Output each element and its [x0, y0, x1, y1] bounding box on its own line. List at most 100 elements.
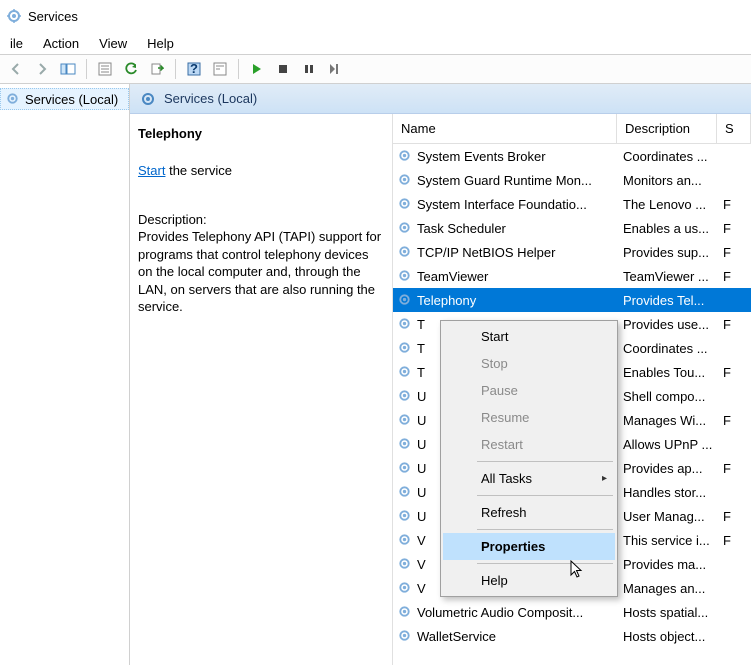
context-menu-properties-label: Properties: [481, 539, 545, 554]
context-menu-restart: Restart: [443, 431, 615, 458]
gear-icon: [397, 556, 413, 572]
gear-icon: [397, 244, 413, 260]
tree-pane: Services (Local): [0, 84, 130, 665]
context-menu-start[interactable]: Start: [443, 323, 615, 350]
service-name-label: TeamViewer: [417, 269, 488, 284]
toolbar-options-button[interactable]: [208, 57, 232, 81]
gear-icon: [397, 436, 413, 452]
service-s-cell: F: [715, 533, 751, 548]
service-name-cell: Volumetric Audio Composit...: [393, 604, 615, 620]
service-desc-cell: User Manag...: [615, 509, 715, 524]
service-desc-cell: Provides sup...: [615, 245, 715, 260]
context-menu-separator: [477, 461, 613, 462]
menu-action[interactable]: Action: [33, 34, 89, 53]
gear-icon: [397, 628, 413, 644]
service-row[interactable]: Task SchedulerEnables a us...F: [393, 216, 751, 240]
service-desc-cell: Provides Tel...: [615, 293, 715, 308]
service-row[interactable]: Volumetric Audio Composit... Hosts spatia…: [393, 600, 751, 624]
service-row[interactable]: TeamViewerTeamViewer ...F: [393, 264, 751, 288]
context-menu-refresh[interactable]: Refresh: [443, 499, 615, 526]
service-name-label: V: [417, 533, 426, 548]
menubar: ile Action View Help: [0, 32, 751, 54]
gear-icon: [397, 148, 413, 164]
tree-item-services-local[interactable]: Services (Local): [0, 88, 129, 110]
service-s-cell: F: [715, 245, 751, 260]
service-name-label: WalletService: [417, 629, 496, 644]
service-name-cell: TCP/IP NetBIOS Helper: [393, 244, 615, 260]
column-header-description[interactable]: Description: [617, 114, 717, 143]
service-row[interactable]: TCP/IP NetBIOS Helper Provides sup...F: [393, 240, 751, 264]
service-name-label: U: [417, 389, 426, 404]
toolbar-restart-button[interactable]: [323, 57, 347, 81]
service-name-label: Volumetric Audio Composit...: [417, 605, 583, 620]
toolbar-play-button[interactable]: [245, 57, 269, 81]
service-desc-cell: Allows UPnP ...: [615, 437, 715, 452]
service-name-label: TCP/IP NetBIOS Helper: [417, 245, 555, 260]
service-desc-cell: Coordinates ...: [615, 341, 715, 356]
gear-icon: [397, 292, 413, 308]
tree-item-label: Services (Local): [25, 92, 118, 107]
service-row[interactable]: System Interface Foundatio...The Lenovo …: [393, 192, 751, 216]
toolbar-separator: [238, 59, 239, 79]
menu-file[interactable]: ile: [0, 34, 33, 53]
toolbar-help-button[interactable]: ?: [182, 57, 206, 81]
service-s-cell: F: [715, 317, 751, 332]
service-name-label: T: [417, 317, 425, 332]
service-name-cell: Telephony: [393, 292, 615, 308]
service-name-label: U: [417, 461, 426, 476]
column-headers: Name Description S: [393, 114, 751, 144]
toolbar-back-button[interactable]: [4, 57, 28, 81]
context-menu-separator: [477, 495, 613, 496]
gear-icon: [397, 604, 413, 620]
window-title: Services: [28, 9, 78, 24]
service-name-label: Task Scheduler: [417, 221, 506, 236]
context-menu-all-tasks[interactable]: All Tasks: [443, 465, 615, 492]
context-menu-properties[interactable]: Properties: [443, 533, 615, 560]
service-desc-cell: The Lenovo ...: [615, 197, 715, 212]
service-name-label: U: [417, 509, 426, 524]
service-name-label: V: [417, 581, 426, 596]
service-desc-cell: Manages Wi...: [615, 413, 715, 428]
service-s-cell: F: [715, 197, 751, 212]
service-name-cell: System Guard Runtime Mon...: [393, 172, 615, 188]
start-service-rest: the service: [165, 163, 231, 178]
menu-help[interactable]: Help: [137, 34, 184, 53]
gear-icon: [397, 460, 413, 476]
context-menu-stop: Stop: [443, 350, 615, 377]
column-header-name[interactable]: Name: [393, 114, 617, 143]
context-menu-help[interactable]: Help: [443, 567, 615, 594]
service-row[interactable]: System Guard Runtime Mon...Monitors an..…: [393, 168, 751, 192]
service-desc-cell: TeamViewer ...: [615, 269, 715, 284]
context-menu-separator: [477, 529, 613, 530]
service-desc-cell: Provides ma...: [615, 557, 715, 572]
toolbar-stop-button[interactable]: [271, 57, 295, 81]
gear-icon: [397, 316, 413, 332]
toolbar-forward-button[interactable]: [30, 57, 54, 81]
gear-icon: [397, 484, 413, 500]
toolbar-pause-button[interactable]: [297, 57, 321, 81]
service-desc-cell: Monitors an...: [615, 173, 715, 188]
service-s-cell: F: [715, 509, 751, 524]
service-desc-cell: Coordinates ...: [615, 149, 715, 164]
service-row[interactable]: TelephonyProvides Tel...: [393, 288, 751, 312]
service-row[interactable]: System Events BrokerCoordinates ...: [393, 144, 751, 168]
context-menu-separator: [477, 563, 613, 564]
gear-icon: [397, 388, 413, 404]
menu-view[interactable]: View: [89, 34, 137, 53]
service-name-label: U: [417, 437, 426, 452]
gear-icon: [397, 580, 413, 596]
start-service-row: Start the service: [138, 163, 382, 178]
description-heading: Description:: [138, 212, 382, 227]
service-s-cell: F: [715, 461, 751, 476]
toolbar-export-button[interactable]: [145, 57, 169, 81]
service-desc-cell: Provides ap...: [615, 461, 715, 476]
toolbar-properties-button[interactable]: [93, 57, 117, 81]
service-desc-cell: Hosts spatial...: [615, 605, 715, 620]
toolbar-refresh-button[interactable]: [119, 57, 143, 81]
description-text: Provides Telephony API (TAPI) support fo…: [138, 228, 382, 316]
service-row[interactable]: WalletServiceHosts object...: [393, 624, 751, 648]
column-header-s[interactable]: S: [717, 114, 751, 143]
start-service-link[interactable]: Start: [138, 163, 165, 178]
toolbar-show-hide-button[interactable]: [56, 57, 80, 81]
description-column: Telephony Start the service Description:…: [130, 114, 392, 665]
